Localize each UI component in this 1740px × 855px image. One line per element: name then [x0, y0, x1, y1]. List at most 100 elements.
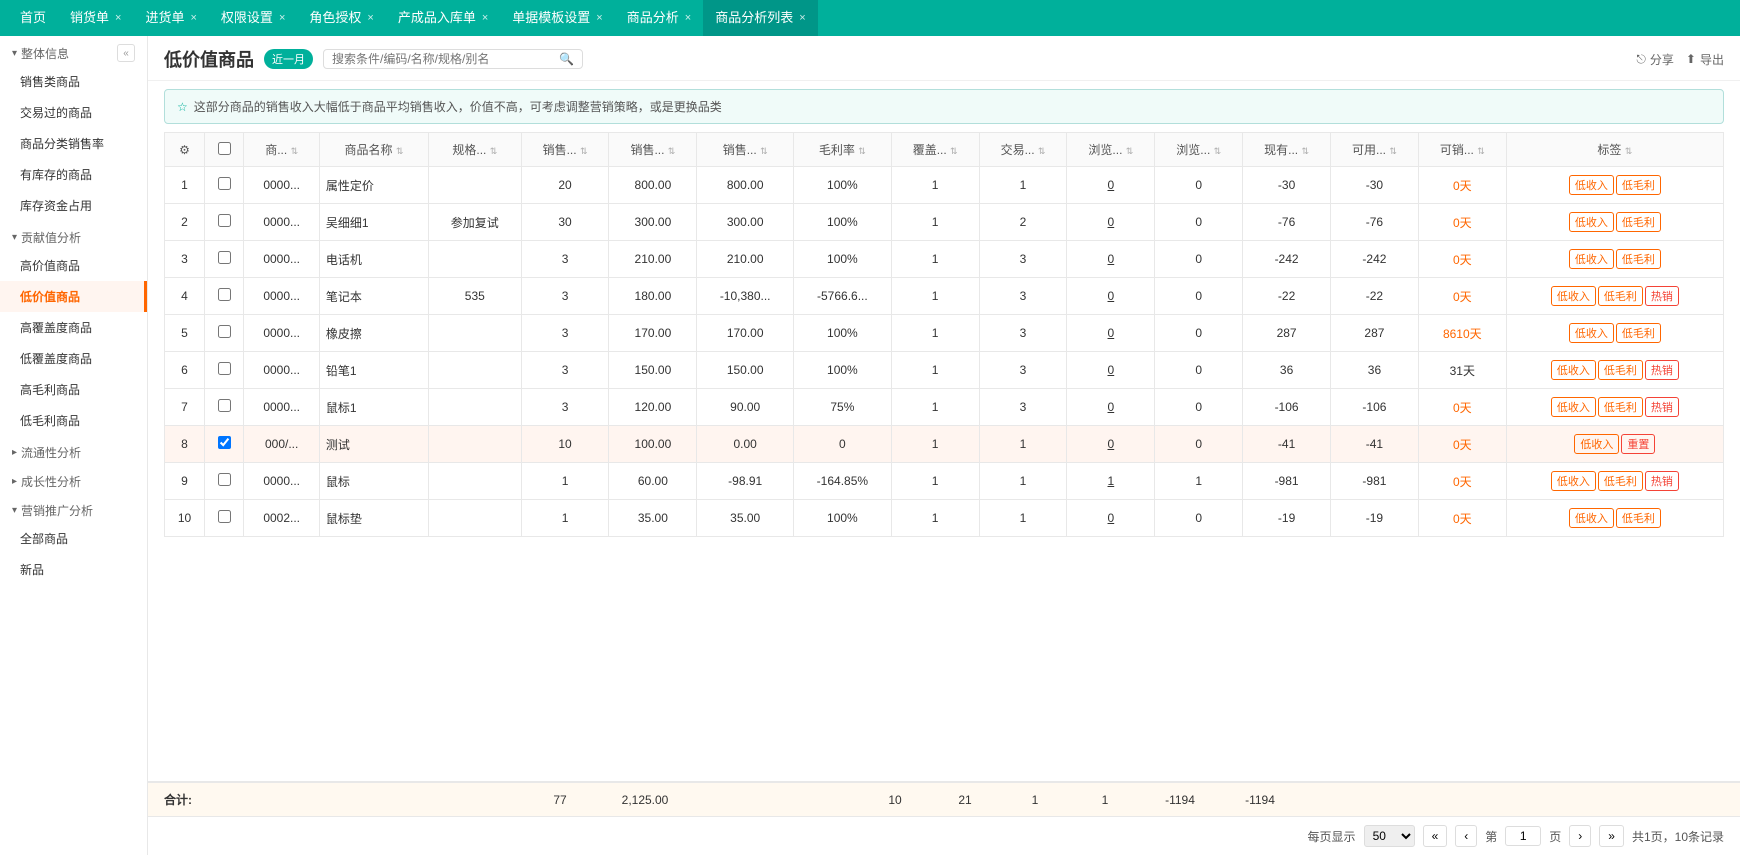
cell-checkbox[interactable] — [205, 500, 244, 537]
row-checkbox[interactable] — [218, 436, 231, 449]
sidebar-group-flow[interactable]: ▸ 流通性分析 — [0, 436, 147, 465]
sidebar-group-growth[interactable]: ▸ 成长性分析 — [0, 465, 147, 494]
cell-checkbox[interactable] — [205, 315, 244, 352]
cell-v1[interactable]: 0 — [1067, 241, 1155, 278]
nav-product-inbound[interactable]: 产成品入库单 × — [386, 0, 500, 36]
cell-checkbox[interactable] — [205, 352, 244, 389]
cell-checkbox[interactable] — [205, 463, 244, 500]
sidebar-item-low-value[interactable]: 低价值商品 — [0, 281, 147, 312]
view1-link[interactable]: 0 — [1108, 400, 1115, 414]
nav-close-product-analysis[interactable]: × — [685, 0, 691, 36]
page-number-input[interactable] — [1505, 826, 1541, 846]
search-icon[interactable]: 🔍 — [559, 52, 574, 66]
row-checkbox[interactable] — [218, 288, 231, 301]
cell-checkbox[interactable] — [205, 167, 244, 204]
cell-v1[interactable]: 0 — [1067, 278, 1155, 315]
view1-link[interactable]: 0 — [1108, 289, 1115, 303]
col-tags[interactable]: 标签 ⇅ — [1506, 133, 1723, 167]
nav-close-template[interactable]: × — [596, 0, 602, 36]
col-view2[interactable]: 浏览... ⇅ — [1155, 133, 1243, 167]
col-sales3[interactable]: 销售... ⇅ — [697, 133, 794, 167]
nav-template-setting[interactable]: 单据模板设置 × — [500, 0, 614, 36]
cell-v1[interactable]: 0 — [1067, 167, 1155, 204]
search-input[interactable] — [332, 52, 553, 66]
select-all-checkbox[interactable] — [218, 142, 231, 155]
sidebar-group-contribution[interactable]: ▾ 贡献值分析 — [0, 221, 147, 250]
col-gear[interactable]: ⚙ — [165, 133, 205, 167]
page-size-select[interactable]: 50 20 100 — [1364, 825, 1415, 847]
view1-link[interactable]: 0 — [1108, 252, 1115, 266]
sidebar-item-high-coverage[interactable]: 高覆盖度商品 — [0, 312, 147, 343]
row-checkbox[interactable] — [218, 510, 231, 523]
cell-v1[interactable]: 0 — [1067, 352, 1155, 389]
row-checkbox[interactable] — [218, 399, 231, 412]
cell-v1[interactable]: 1 — [1067, 463, 1155, 500]
cell-v1[interactable]: 0 — [1067, 204, 1155, 241]
cell-checkbox[interactable] — [205, 278, 244, 315]
sidebar-item-category-sales-rate[interactable]: 商品分类销售率 — [0, 128, 147, 159]
sidebar-item-new-goods[interactable]: 新品 — [0, 554, 147, 585]
row-checkbox[interactable] — [218, 214, 231, 227]
col-view1[interactable]: 浏览... ⇅ — [1067, 133, 1155, 167]
view1-link[interactable]: 0 — [1108, 437, 1115, 451]
cell-v1[interactable]: 0 — [1067, 389, 1155, 426]
sidebar-item-sales-goods[interactable]: 销售类商品 — [0, 66, 147, 97]
view1-link[interactable]: 0 — [1108, 363, 1115, 377]
sidebar-group-marketing[interactable]: ▾ 营销推广分析 — [0, 494, 147, 523]
row-checkbox[interactable] — [218, 177, 231, 190]
col-gross[interactable]: 毛利率 ⇅ — [794, 133, 892, 167]
nav-close-product-analysis-list[interactable]: × — [799, 0, 805, 36]
nav-role-auth[interactable]: 角色授权 × — [297, 0, 385, 36]
sidebar-collapse-overall[interactable]: « — [117, 44, 135, 62]
col-sales2[interactable]: 销售... ⇅ — [609, 133, 697, 167]
cell-checkbox[interactable] — [205, 204, 244, 241]
export-button[interactable]: ⬆ 导出 — [1686, 51, 1724, 68]
nav-home[interactable]: 首页 — [8, 0, 58, 36]
sidebar-item-low-margin[interactable]: 低毛利商品 — [0, 405, 147, 436]
col-name[interactable]: 商品名称 ⇅ — [319, 133, 428, 167]
last-page-button[interactable]: » — [1599, 825, 1624, 847]
col-code[interactable]: 商... ⇅ — [244, 133, 319, 167]
next-page-button[interactable]: › — [1569, 825, 1591, 847]
cell-v1[interactable]: 0 — [1067, 426, 1155, 463]
col-sales1[interactable]: 销售... ⇅ — [521, 133, 609, 167]
view1-link[interactable]: 0 — [1108, 326, 1115, 340]
view1-link[interactable]: 0 — [1108, 178, 1115, 192]
sidebar-item-high-margin[interactable]: 高毛利商品 — [0, 374, 147, 405]
nav-sales-order[interactable]: 销货单 × — [58, 0, 133, 36]
sidebar-item-high-value[interactable]: 高价值商品 — [0, 250, 147, 281]
col-deal[interactable]: 交易... ⇅ — [979, 133, 1067, 167]
col-stock2[interactable]: 可用... ⇅ — [1331, 133, 1419, 167]
nav-product-analysis-list[interactable]: 商品分析列表 × — [703, 0, 817, 36]
sidebar-item-traded-goods[interactable]: 交易过的商品 — [0, 97, 147, 128]
sidebar-item-stock-goods[interactable]: 有库存的商品 — [0, 159, 147, 190]
share-button[interactable]: ⎋ 分享 — [1636, 51, 1674, 68]
nav-permission-setting[interactable]: 权限设置 × — [209, 0, 297, 36]
nav-close-purchase-order[interactable]: × — [190, 0, 196, 36]
nav-close-product-inbound[interactable]: × — [482, 0, 488, 36]
nav-close-sales-order[interactable]: × — [115, 0, 121, 36]
cell-checkbox[interactable] — [205, 389, 244, 426]
col-checkbox[interactable] — [205, 133, 244, 167]
sidebar-item-low-coverage[interactable]: 低覆盖度商品 — [0, 343, 147, 374]
row-checkbox[interactable] — [218, 325, 231, 338]
prev-page-button[interactable]: ‹ — [1455, 825, 1477, 847]
sidebar-item-all-goods[interactable]: 全部商品 — [0, 523, 147, 554]
row-checkbox[interactable] — [218, 251, 231, 264]
view1-link[interactable]: 1 — [1108, 474, 1115, 488]
cell-checkbox[interactable] — [205, 241, 244, 278]
sidebar-item-inventory-capital[interactable]: 库存资金占用 — [0, 190, 147, 221]
col-cover[interactable]: 覆盖... ⇅ — [891, 133, 979, 167]
col-spec[interactable]: 规格... ⇅ — [429, 133, 522, 167]
nav-purchase-order[interactable]: 进货单 × — [133, 0, 208, 36]
col-stock3[interactable]: 可销... ⇅ — [1418, 133, 1506, 167]
view1-link[interactable]: 0 — [1108, 215, 1115, 229]
view1-link[interactable]: 0 — [1108, 511, 1115, 525]
nav-close-permission[interactable]: × — [279, 0, 285, 36]
time-badge[interactable]: 近一月 — [264, 49, 313, 69]
nav-product-analysis[interactable]: 商品分析 × — [615, 0, 703, 36]
cell-checkbox[interactable] — [205, 426, 244, 463]
cell-v1[interactable]: 0 — [1067, 315, 1155, 352]
first-page-button[interactable]: « — [1423, 825, 1448, 847]
row-checkbox[interactable] — [218, 473, 231, 486]
